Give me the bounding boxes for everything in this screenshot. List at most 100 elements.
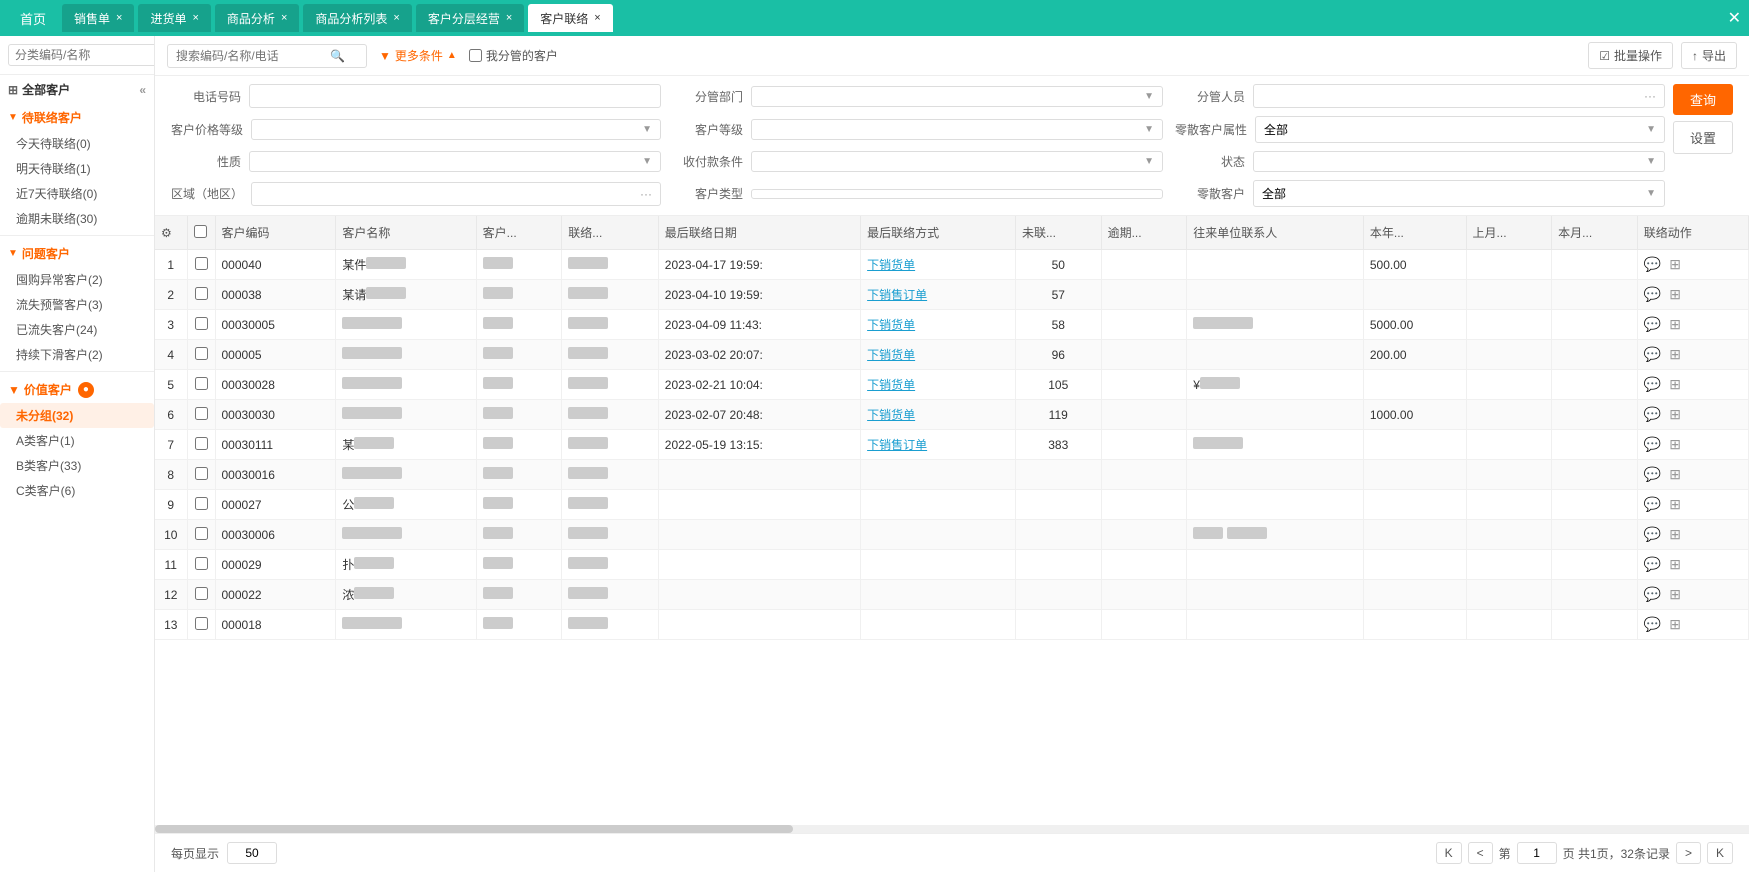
nav-tab-purchase[interactable]: 进货单 × <box>138 4 210 32</box>
row-last-method[interactable]: 下销售订单 <box>861 430 1016 460</box>
method-link[interactable]: 下销货单 <box>867 378 915 392</box>
grid-action-icon[interactable]: ⊞ <box>1669 616 1681 633</box>
customer-type-select[interactable] <box>751 189 1163 199</box>
grid-action-icon[interactable]: ⊞ <box>1669 436 1681 453</box>
sidebar-item-today[interactable]: 今天待联络(0) <box>0 131 154 156</box>
customer-level-select[interactable]: ▼ <box>751 119 1163 140</box>
status-select[interactable]: ▼ <box>1253 151 1665 172</box>
my-customers-check[interactable] <box>469 49 482 62</box>
row-last-method[interactable]: 下销货单 <box>861 340 1016 370</box>
nature-select[interactable]: ▼ <box>249 151 661 172</box>
zero-retail-attr-select[interactable]: 全部 ▼ <box>1255 116 1665 143</box>
sidebar-group-value[interactable]: ▼ 价值客户 ● <box>0 376 154 403</box>
person-select[interactable]: ··· <box>1253 84 1665 108</box>
close-window-btn[interactable]: ✕ <box>1728 8 1741 28</box>
sidebar-group-problems[interactable]: ▼ 问题客户 <box>0 240 154 267</box>
sidebar-item-churn-warning[interactable]: 流失预警客户(3) <box>0 292 154 317</box>
sidebar-item-churned[interactable]: 已流失客户(24) <box>0 317 154 342</box>
horizontal-scrollbar[interactable] <box>155 825 1749 833</box>
grid-action-icon[interactable]: ⊞ <box>1669 526 1681 543</box>
sidebar-group-pending[interactable]: ▼ 待联络客户 <box>0 104 154 131</box>
col-settings[interactable]: ⚙ <box>155 216 187 250</box>
query-btn[interactable]: 查询 <box>1673 84 1733 115</box>
sidebar-item-a-class[interactable]: A类客户(1) <box>0 428 154 453</box>
row-checkbox[interactable] <box>187 580 215 610</box>
chat-icon[interactable]: 💬 <box>1644 376 1661 393</box>
zero-retail-select[interactable]: 全部 ▼ <box>1253 180 1665 207</box>
per-page-input[interactable] <box>227 842 277 864</box>
row-checkbox[interactable] <box>187 430 215 460</box>
row-last-method[interactable]: 下销货单 <box>861 310 1016 340</box>
sidebar-item-c-class[interactable]: C类客户(6) <box>0 478 154 503</box>
row-checkbox[interactable] <box>187 520 215 550</box>
search-input[interactable] <box>176 49 326 63</box>
col-checkbox[interactable] <box>187 216 215 250</box>
grid-action-icon[interactable]: ⊞ <box>1669 496 1681 513</box>
grid-action-icon[interactable]: ⊞ <box>1669 346 1681 363</box>
method-link[interactable]: 下销售订单 <box>867 288 927 302</box>
reset-btn[interactable]: 设置 <box>1673 121 1733 154</box>
chat-icon[interactable]: 💬 <box>1644 436 1661 453</box>
row-last-method[interactable]: 下销货单 <box>861 400 1016 430</box>
chat-icon[interactable]: 💬 <box>1644 346 1661 363</box>
grid-action-icon[interactable]: ⊞ <box>1669 406 1681 423</box>
sidebar-item-overdue[interactable]: 逾期未联络(30) <box>0 206 154 231</box>
method-link[interactable]: 下销货单 <box>867 348 915 362</box>
select-all-checkbox[interactable] <box>194 225 207 238</box>
chat-icon[interactable]: 💬 <box>1644 526 1661 543</box>
phone-input[interactable] <box>249 84 661 108</box>
chat-icon[interactable]: 💬 <box>1644 406 1661 423</box>
grid-action-icon[interactable]: ⊞ <box>1669 556 1681 573</box>
method-link[interactable]: 下销货单 <box>867 258 915 272</box>
chat-icon[interactable]: 💬 <box>1644 466 1661 483</box>
nav-tab-customer-mgmt[interactable]: 客户分层经营 × <box>416 4 524 32</box>
row-checkbox[interactable] <box>187 400 215 430</box>
close-sales-tab[interactable]: × <box>116 12 122 24</box>
export-btn[interactable]: ↑ 导出 <box>1681 42 1737 69</box>
scrollbar-thumb[interactable] <box>155 825 793 833</box>
sidebar-item-declining[interactable]: 持续下滑客户(2) <box>0 342 154 367</box>
row-checkbox[interactable] <box>187 370 215 400</box>
chat-icon[interactable]: 💬 <box>1644 256 1661 273</box>
my-customers-checkbox[interactable]: 我分管的客户 <box>469 47 558 64</box>
grid-action-icon[interactable]: ⊞ <box>1669 286 1681 303</box>
price-level-select[interactable]: ▼ <box>251 119 661 140</box>
more-conditions-btn[interactable]: ▼ 更多条件 ▲ <box>379 47 457 64</box>
grid-action-icon[interactable]: ⊞ <box>1669 376 1681 393</box>
row-last-method[interactable]: 下销货单 <box>861 370 1016 400</box>
last-page-btn[interactable]: K <box>1707 842 1733 864</box>
sidebar-item-7days[interactable]: 近7天待联络(0) <box>0 181 154 206</box>
row-checkbox[interactable] <box>187 610 215 640</box>
row-checkbox[interactable] <box>187 340 215 370</box>
nav-tab-sales[interactable]: 销售单 × <box>62 4 134 32</box>
search-icon[interactable]: 🔍 <box>330 49 345 63</box>
sidebar-item-hoard[interactable]: 囤购异常客户(2) <box>0 267 154 292</box>
method-link[interactable]: 下销售订单 <box>867 438 927 452</box>
close-customer-mgmt-tab[interactable]: × <box>506 12 512 24</box>
nav-tab-analysis[interactable]: 商品分析 × <box>215 4 299 32</box>
sidebar-item-tomorrow[interactable]: 明天待联络(1) <box>0 156 154 181</box>
next-page-btn[interactable]: > <box>1676 842 1701 864</box>
row-checkbox[interactable] <box>187 550 215 580</box>
grid-action-icon[interactable]: ⊞ <box>1669 586 1681 603</box>
close-analysis-list-tab[interactable]: × <box>393 12 399 24</box>
batch-ops-btn[interactable]: ☑ 批量操作 <box>1588 42 1673 69</box>
page-input[interactable] <box>1517 842 1557 864</box>
first-page-btn[interactable]: K <box>1436 842 1462 864</box>
chat-icon[interactable]: 💬 <box>1644 286 1661 303</box>
row-last-method[interactable]: 下销售订单 <box>861 280 1016 310</box>
dept-select[interactable]: ▼ <box>751 86 1163 107</box>
region-select[interactable]: ··· <box>251 182 661 206</box>
prev-page-btn[interactable]: < <box>1468 842 1493 864</box>
chat-icon[interactable]: 💬 <box>1644 616 1661 633</box>
grid-action-icon[interactable]: ⊞ <box>1669 316 1681 333</box>
row-checkbox[interactable] <box>187 280 215 310</box>
close-customer-contact-tab[interactable]: × <box>594 12 600 24</box>
chat-icon[interactable]: 💬 <box>1644 556 1661 573</box>
payment-select[interactable]: ▼ <box>751 151 1163 172</box>
sidebar-item-b-class[interactable]: B类客户(33) <box>0 453 154 478</box>
sidebar-all-customers[interactable]: ⊞全部客户 « <box>0 75 154 104</box>
grid-action-icon[interactable]: ⊞ <box>1669 466 1681 483</box>
row-checkbox[interactable] <box>187 490 215 520</box>
grid-action-icon[interactable]: ⊞ <box>1669 256 1681 273</box>
